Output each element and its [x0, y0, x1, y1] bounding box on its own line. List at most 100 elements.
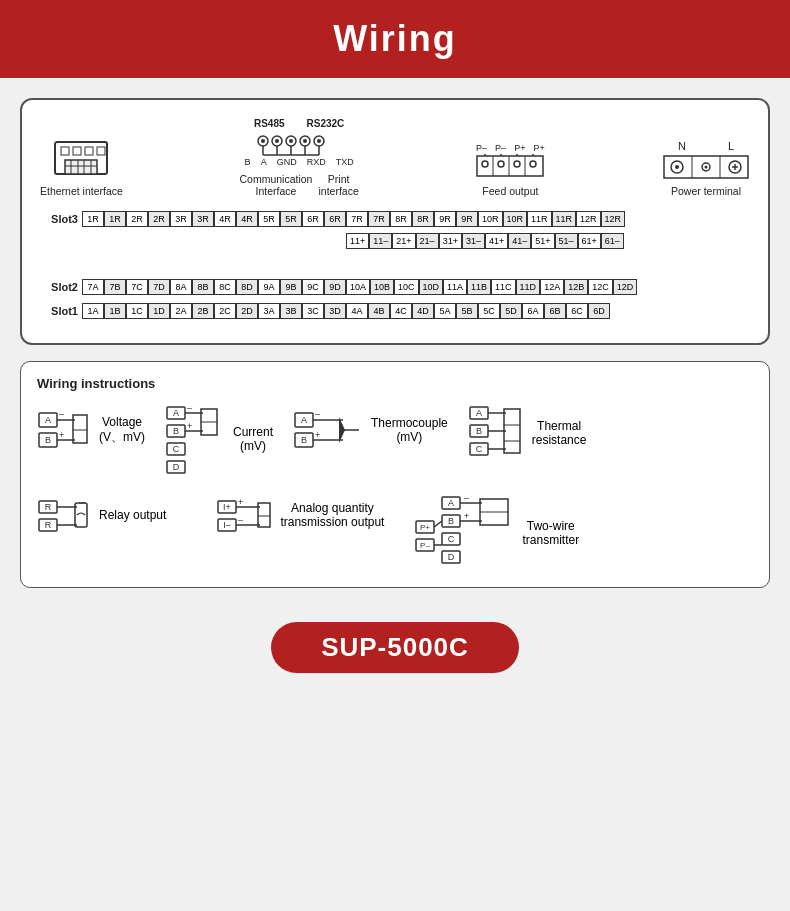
slot3-cell: 7R — [368, 211, 390, 227]
svg-text:+: + — [238, 497, 243, 507]
slot3-cell: 1R — [82, 211, 104, 227]
svg-text:+: + — [464, 511, 469, 521]
slot3-cells-row1: 1R 1R 2R 2R 3R 3R 4R 4R 5R 5R 6R 6R 7R 7… — [82, 211, 625, 227]
slot3-area: Slot3 1R 1R 2R 2R 3R 3R 4R 4R 5R 5R 6R 6… — [40, 211, 750, 249]
slot3-cell: 11R — [527, 211, 552, 227]
slot2-cell: 11B — [467, 279, 491, 295]
svg-text:B: B — [301, 435, 307, 445]
slot3-cell-r2: 41– — [508, 233, 531, 249]
thermocouple-diagram: A B – + Thermocouple(mV) — [293, 403, 448, 457]
svg-point-45 — [705, 166, 708, 169]
thermocouple-icon: A B – + — [293, 403, 363, 457]
slot2-cell: 11C — [491, 279, 516, 295]
slot1-cell: 3A — [258, 303, 280, 319]
svg-point-34 — [530, 161, 536, 167]
thermocouple-label: Thermocouple(mV) — [371, 416, 448, 444]
slot1-cell: 4B — [368, 303, 390, 319]
slot2-cell: 12D — [613, 279, 638, 295]
slot3-label: Slot3 — [40, 213, 78, 225]
pin-rxd: RXD — [307, 157, 326, 167]
slot1-cell: 2D — [236, 303, 258, 319]
slot-section: Slot3 1R 1R 2R 2R 3R 3R 4R 4R 5R 5R 6R 6… — [40, 211, 750, 319]
slot2-cell: 12C — [588, 279, 613, 295]
slot3-cells-row2: 11+ 11– 21+ 21– 31+ 31– 41+ 41– 51+ 51– … — [346, 233, 624, 249]
svg-text:C: C — [475, 444, 482, 454]
current-label: Current(mV) — [233, 425, 273, 453]
current-icon: A B C D – + — [165, 403, 225, 475]
power-n-label: N — [678, 140, 686, 152]
feed-p-minus1: P– — [476, 143, 487, 153]
slot1-cell: 5A — [434, 303, 456, 319]
slot3-row2: 11+ 11– 21+ 21– 31+ 31– 41+ 41– 51+ 51– … — [82, 233, 750, 249]
feed-p-minus2: P– — [495, 143, 506, 153]
ethernet-label: Ethernet interface — [40, 185, 123, 197]
slot3-cell-r2: 11+ — [346, 233, 369, 249]
svg-text:+: + — [59, 430, 64, 440]
svg-point-12 — [261, 139, 265, 143]
svg-text:P+: P+ — [420, 523, 430, 532]
svg-point-31 — [482, 161, 488, 167]
svg-rect-7 — [61, 147, 69, 155]
slot1-cell: 5D — [500, 303, 522, 319]
slot3-cell-r2: 51+ — [531, 233, 554, 249]
svg-text:+: + — [315, 430, 320, 440]
wiring-diagram-box: Ethernet interface RS485 RS232C — [20, 98, 770, 345]
slot3-cell: 8R — [412, 211, 434, 227]
feed-p-plus2: P+ — [533, 143, 544, 153]
thermal-resistance-diagram: A B C Thermalresistance — [468, 403, 587, 463]
ethernet-icon — [51, 140, 111, 182]
slot1-cell: 4C — [390, 303, 412, 319]
svg-point-43 — [675, 165, 679, 169]
svg-text:D: D — [448, 552, 455, 562]
relay-diagram: R R Relay output — [37, 493, 166, 537]
slot3-cell: 1R — [104, 211, 126, 227]
slot3-cell: 6R — [302, 211, 324, 227]
slot3-cell: 3R — [170, 211, 192, 227]
svg-point-32 — [498, 161, 504, 167]
slot2-cell: 8D — [236, 279, 258, 295]
relay-label: Relay output — [99, 508, 166, 522]
slot3-cell: 5R — [280, 211, 302, 227]
slot2-row: Slot2 7A 7B 7C 7D 8A 8B 8C 8D 9A 9B 9C 9… — [40, 279, 750, 295]
thermal-resistance-label: Thermalresistance — [532, 419, 587, 447]
slot1-cell: 6C — [566, 303, 588, 319]
slot1-cell: 6B — [544, 303, 566, 319]
thermal-resistance-icon: A B C — [468, 403, 524, 463]
slot2-cell: 7B — [104, 279, 126, 295]
pin-gnd: GND — [277, 157, 297, 167]
slot3-cell: 10R — [503, 211, 528, 227]
slot3-cell: 10R — [478, 211, 503, 227]
slot2-cell: 10D — [419, 279, 444, 295]
svg-point-16 — [289, 139, 293, 143]
svg-text:A: A — [45, 415, 51, 425]
feed-output-icon — [475, 154, 545, 182]
power-labels: N L — [678, 140, 734, 152]
power-l-label: L — [728, 140, 734, 152]
svg-point-33 — [514, 161, 520, 167]
slot3-cell-r2: 31+ — [439, 233, 462, 249]
pin-txd: TXD — [336, 157, 354, 167]
svg-text:A: A — [301, 415, 307, 425]
comm-label1: CommunicationInterface — [240, 173, 313, 197]
slot3-cell-r2: 41+ — [485, 233, 508, 249]
slot1-cell: 2B — [192, 303, 214, 319]
pin-a: A — [261, 157, 267, 167]
page-header: Wiring — [0, 0, 790, 78]
svg-text:–: – — [187, 403, 192, 413]
current-diagram: A B C D – + Current(mV) — [165, 403, 273, 475]
comm-label2: Printinterface — [318, 173, 358, 197]
voltage-icon: A B – + — [37, 403, 91, 457]
slot2-cell: 10C — [394, 279, 419, 295]
slot3-cell-r2: 51– — [555, 233, 578, 249]
instructions-box: Wiring instructions A B – + — [20, 361, 770, 588]
slot2-cell: 9B — [280, 279, 302, 295]
slot1-cell: 2A — [170, 303, 192, 319]
svg-rect-92 — [504, 409, 520, 453]
slot3-cell: 11R — [552, 211, 577, 227]
svg-text:B: B — [45, 435, 51, 445]
connector-row: Ethernet interface RS485 RS232C — [40, 118, 750, 201]
svg-text:–: – — [238, 515, 243, 525]
slot2-label: Slot2 — [40, 281, 78, 293]
slot3-cell: 6R — [324, 211, 346, 227]
feed-output-label: Feed output — [482, 185, 538, 197]
